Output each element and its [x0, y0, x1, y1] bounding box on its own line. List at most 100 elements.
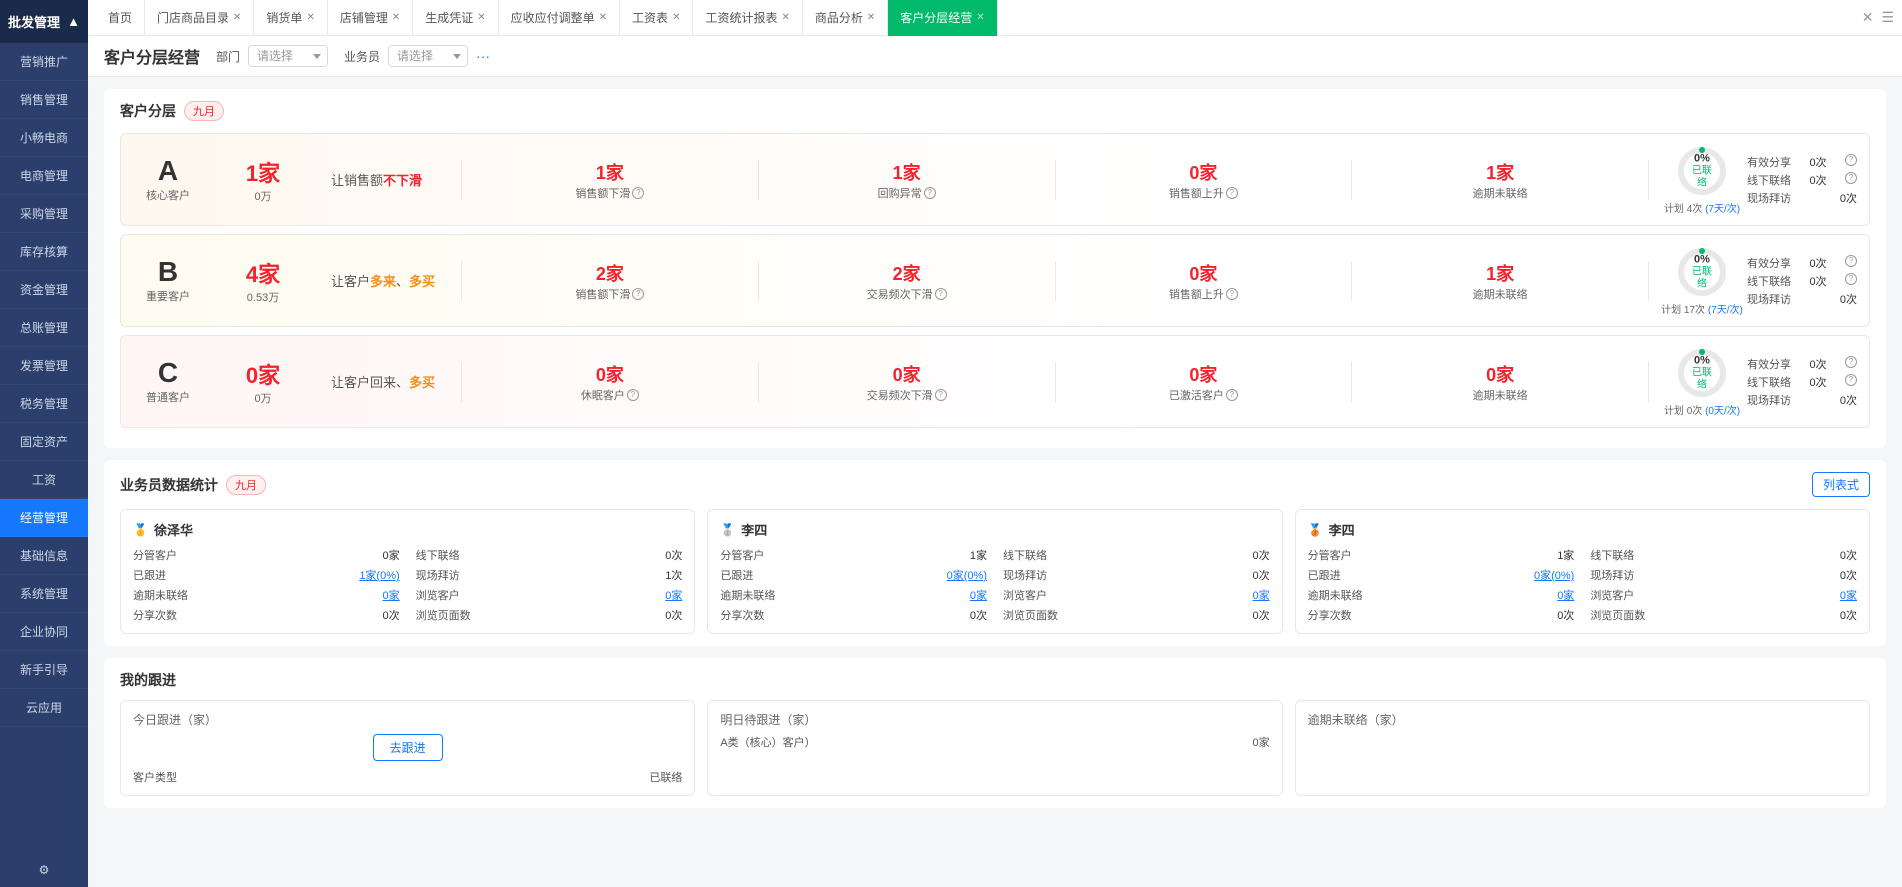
info-icon[interactable]: ? — [1226, 389, 1238, 401]
tab-home[interactable]: 首页 — [96, 0, 145, 36]
followup-card-today: 今日跟进（家） 去跟进 客户类型 已联络 — [120, 700, 695, 796]
info-icon[interactable]: ? — [1845, 172, 1857, 184]
followup-tomorrow-bottom: A类（核心）客户） 0家 — [720, 734, 1269, 750]
tab-product-analysis[interactable]: 商品分析✕ — [803, 0, 888, 36]
info-icon[interactable]: ? — [1845, 255, 1857, 267]
staff-stats-2: 分管客户 1家 线下联络 0次 已跟进 0家(0%) 现场拜访 — [720, 547, 1269, 623]
sidebar-item-zhangz[interactable]: 总账管理 — [0, 309, 88, 347]
sidebar-item-caigou[interactable]: 采购管理 — [0, 195, 88, 233]
info-icon[interactable]: ? — [1845, 374, 1857, 386]
sidebar-item-kucun[interactable]: 库存核算 — [0, 233, 88, 271]
staff-name-2: 李四 — [741, 520, 767, 539]
staff-stat-row: 线下联络 0次 — [416, 547, 683, 563]
staff-stat-row: 浏览客户 0家 — [1590, 587, 1857, 603]
sidebar-item-gongzi[interactable]: 工资 — [0, 461, 88, 499]
customer-month-badge: 九月 — [184, 101, 224, 121]
dept-select[interactable]: 请选择 — [248, 45, 328, 67]
staff-stat-row: 分管客户 1家 — [1308, 547, 1575, 563]
staff-stat-row: 现场拜访 0次 — [1590, 567, 1857, 583]
tab-close-icon[interactable]: ✕ — [976, 12, 984, 23]
tab-close-icon[interactable]: ✕ — [392, 12, 400, 23]
sidebar-item-xitong[interactable]: 系统管理 — [0, 575, 88, 613]
followup-card-tomorrow: 明日待跟进（家） A类（核心）客户） 0家 — [707, 700, 1282, 796]
staff-stat-row: 线下联络 0次 — [1003, 547, 1270, 563]
staff-section-title: 业务员数据统计 — [120, 475, 218, 495]
sidebar-item-fapiao[interactable]: 发票管理 — [0, 347, 88, 385]
tab-action-close[interactable]: ✕ — [1862, 9, 1874, 26]
sidebar-item-jingying[interactable]: 经营管理 — [0, 499, 88, 537]
tier-stat-b-4: 1家 逾期未联络 — [1360, 260, 1640, 302]
staff-medal-1: 🥇 — [133, 523, 148, 537]
goto-followup-btn[interactable]: 去跟进 — [373, 734, 443, 761]
sidebar-item-zijin[interactable]: 资金管理 — [0, 271, 88, 309]
tab-customer-tier[interactable]: 客户分层经营✕ — [888, 0, 997, 36]
tab-sales-order[interactable]: 销货单✕ — [254, 0, 327, 36]
staff-name-3: 李四 — [1329, 520, 1355, 539]
info-icon[interactable]: ? — [935, 389, 947, 401]
sidebar-item-qiyex[interactable]: 企业协同 — [0, 613, 88, 651]
info-icon[interactable]: ? — [1226, 187, 1238, 199]
staff-stat-row: 分管客户 1家 — [720, 547, 987, 563]
tab-close-icon[interactable]: ✕ — [306, 12, 314, 23]
sidebar-collapse-icon[interactable]: ▲ — [67, 14, 80, 29]
staff-select[interactable]: 请选择 — [388, 45, 468, 67]
tab-store-mgmt[interactable]: 店铺管理✕ — [328, 0, 413, 36]
sidebar-item-xinshou[interactable]: 新手引导 — [0, 651, 88, 689]
tier-right-a: 有效分享0次? 线下联络0次? 现场拜访0次 — [1747, 154, 1857, 206]
sidebar-item-gudingz[interactable]: 固定资产 — [0, 423, 88, 461]
info-icon[interactable]: ? — [627, 389, 639, 401]
tab-payroll[interactable]: 工资表✕ — [620, 0, 693, 36]
tab-close-icon[interactable]: ✕ — [477, 12, 485, 23]
tab-close-icon[interactable]: ✕ — [672, 12, 680, 23]
tier-stat-c-1: 0家 休眠客户 ? — [470, 361, 750, 403]
tab-close-icon[interactable]: ✕ — [867, 12, 875, 23]
more-filter-btn[interactable]: ··· — [476, 48, 490, 64]
staff-stat-row: 浏览页面数 0次 — [1590, 607, 1857, 623]
staff-stat-row: 现场拜访 0次 — [1003, 567, 1270, 583]
tier-count-c: 0家 0万 — [203, 358, 323, 406]
staff-stat-row: 分享次数 0次 — [133, 607, 400, 623]
tab-action-menu[interactable]: ☰ — [1881, 9, 1894, 26]
staff-stat-row: 现场拜访 1次 — [416, 567, 683, 583]
sidebar-item-yingxiao[interactable]: 营销推广 — [0, 43, 88, 81]
tier-stat-a-3: 0家 销售额上升 ? — [1064, 159, 1344, 201]
tab-close-icon[interactable]: ✕ — [781, 12, 789, 23]
staff-stat-row: 分管客户 0家 — [133, 547, 400, 563]
info-icon[interactable]: ? — [632, 288, 644, 300]
tab-payroll-report[interactable]: 工资统计报表✕ — [693, 0, 802, 36]
tab-adjustment[interactable]: 应收应付调整单✕ — [499, 0, 620, 36]
sidebar-item-xiachdian[interactable]: 小畅电商 — [0, 119, 88, 157]
info-icon[interactable]: ? — [935, 288, 947, 300]
tier-stat-a-1: 1家 销售额下滑 ? — [470, 159, 750, 201]
tab-close-icon[interactable]: ✕ — [599, 12, 607, 23]
page-header: 客户分层经营 部门 请选择 业务员 请选择 ··· — [88, 36, 1902, 77]
tier-label-b: B 重要客户 — [133, 258, 203, 304]
info-icon[interactable]: ? — [924, 187, 936, 199]
list-view-button[interactable]: 列表式 — [1812, 472, 1870, 497]
tab-voucher[interactable]: 生成凭证✕ — [413, 0, 498, 36]
tier-tag-a: 让销售额不下滑 — [323, 170, 453, 189]
tab-close-icon[interactable]: ✕ — [233, 12, 241, 23]
info-icon[interactable]: ? — [1845, 154, 1857, 166]
staff-section-header: 业务员数据统计 九月 列表式 — [120, 472, 1870, 497]
info-icon[interactable]: ? — [1226, 288, 1238, 300]
sidebar-item-jichu[interactable]: 基础信息 — [0, 537, 88, 575]
info-icon[interactable]: ? — [1845, 356, 1857, 368]
followup-tomorrow-title: 明日待跟进（家） — [720, 711, 1269, 728]
info-icon[interactable]: ? — [1845, 273, 1857, 285]
staff-stat-row: 浏览客户 0家 — [416, 587, 683, 603]
sidebar-item-dianshangg[interactable]: 电商管理 — [0, 157, 88, 195]
staff-name-row-3: 🥉 李四 — [1308, 520, 1857, 539]
staff-card-1: 🥇 徐泽华 分管客户 0家 线下联络 0次 已跟进 — [120, 509, 695, 634]
info-icon[interactable]: ? — [632, 187, 644, 199]
sidebar-item-yuny[interactable]: 云应用 — [0, 689, 88, 727]
sidebar-top[interactable]: 批发管理 ▲ — [0, 0, 88, 43]
settings-button[interactable]: ⚙ — [0, 853, 88, 887]
staff-month-badge: 九月 — [226, 475, 266, 495]
tier-row-a: A 核心客户 1家 0万 让销售额不下滑 1家 销售额下滑 ? 1家 — [120, 133, 1870, 226]
staff-stat-row: 逾期未联络 0家 — [720, 587, 987, 603]
main-area: 首页 门店商品目录✕ 销货单✕ 店铺管理✕ 生成凭证✕ 应收应付调整单✕ 工资表… — [88, 0, 1902, 887]
tab-store-products[interactable]: 门店商品目录✕ — [145, 0, 254, 36]
sidebar-item-xiaoshou[interactable]: 销售管理 — [0, 81, 88, 119]
sidebar-item-shuiwu[interactable]: 税务管理 — [0, 385, 88, 423]
